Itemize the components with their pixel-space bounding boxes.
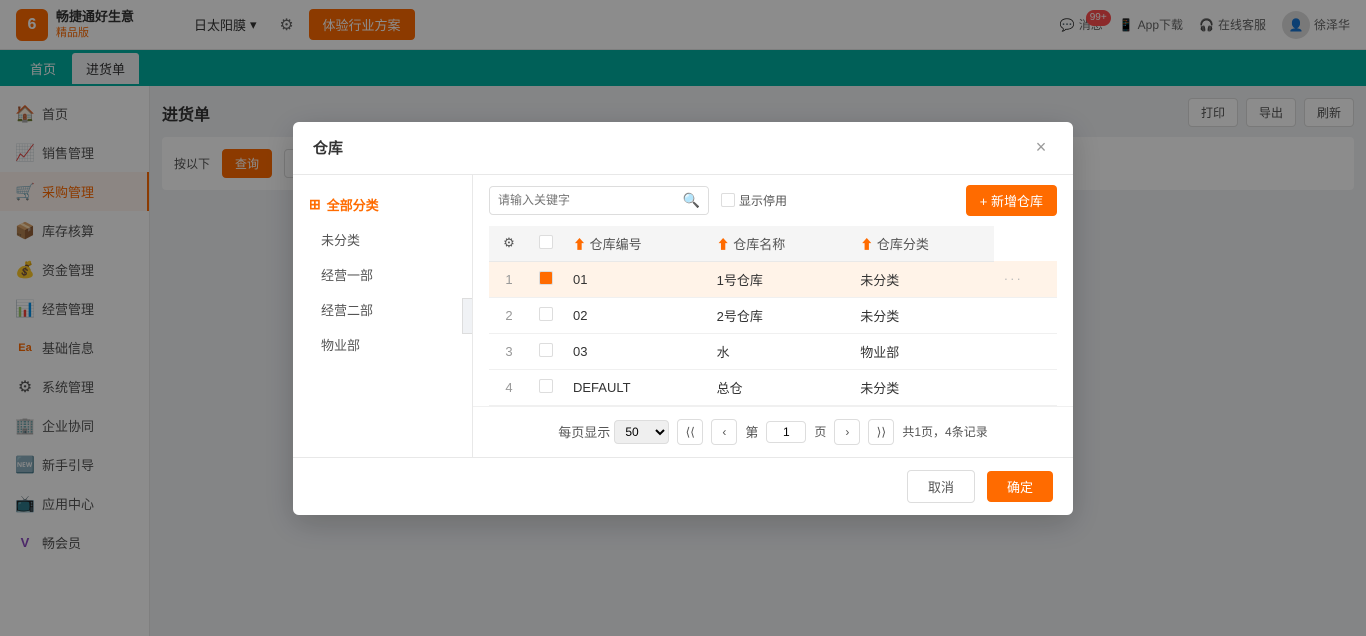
add-warehouse-button[interactable]: + 新增仓库	[966, 185, 1057, 216]
show-disabled-label[interactable]: 显示停用	[721, 192, 787, 209]
page-label-prefix: 第	[745, 422, 758, 441]
row-name-3: 水	[707, 333, 851, 369]
table-row[interactable]: 4 DEFAULT 总仓 未分类	[489, 369, 1057, 405]
sort-icon3: ⬆	[860, 237, 873, 252]
total-info: 共1页，4条记录	[902, 423, 987, 440]
page-label: 页	[814, 423, 826, 440]
category-sidebar: ⊞ 全部分类 未分类 经营一部 经营二部 物业部 《	[293, 175, 473, 457]
table-row[interactable]: 3 03 水 物业部	[489, 333, 1057, 369]
table-area: 🔍 显示停用 + 新增仓库 ⚙	[473, 175, 1073, 457]
row-code-3: 03	[563, 333, 707, 369]
category-all[interactable]: ⊞ 全部分类	[293, 187, 472, 222]
th-category: ⬆ 仓库分类	[850, 226, 994, 262]
select-all-checkbox[interactable]	[539, 235, 553, 249]
row-checkbox-1[interactable]	[529, 261, 563, 297]
search-button[interactable]: 🔍	[675, 187, 708, 214]
row-category-1: 未分类	[850, 261, 994, 297]
per-page-label: 每页显示 50 20 100	[558, 420, 669, 444]
search-input[interactable]	[490, 188, 675, 212]
category-item-ops2[interactable]: 经营二部	[293, 292, 472, 327]
row-num-1: 1	[489, 261, 529, 297]
row-name-2: 2号仓库	[707, 297, 851, 333]
modal-overlay[interactable]: 仓库 × ⊞ 全部分类 未分类 经营一部 经营二部 物业部 《	[0, 0, 1366, 636]
table-header: ⚙ ⬆ 仓库编号 ⬆ 仓库名称	[489, 226, 1057, 262]
row-actions-1: ···	[994, 261, 1057, 297]
modal-title: 仓库	[313, 137, 343, 158]
row-name-4: 总仓	[707, 369, 851, 405]
row-checkbox-3[interactable]	[529, 333, 563, 369]
modal-header: 仓库 ×	[293, 122, 1073, 175]
sort-icon2: ⬆	[717, 237, 730, 252]
row-category-3: 物业部	[850, 333, 994, 369]
row-num-4: 4	[489, 369, 529, 405]
table-row[interactable]: 2 02 2号仓库 未分类	[489, 297, 1057, 333]
row-code-4: DEFAULT	[563, 369, 707, 405]
show-disabled-checkbox[interactable]	[721, 193, 735, 207]
grid-icon: ⊞	[309, 196, 321, 213]
row-category-4: 未分类	[850, 369, 994, 405]
per-page-select[interactable]: 50 20 100	[614, 420, 669, 444]
warehouse-table: ⚙ ⬆ 仓库编号 ⬆ 仓库名称	[489, 226, 1057, 406]
row-num-2: 2	[489, 297, 529, 333]
row-name-1: 1号仓库	[707, 261, 851, 297]
data-table: ⚙ ⬆ 仓库编号 ⬆ 仓库名称	[473, 226, 1073, 406]
last-page-button[interactable]: ⟩⟩	[868, 419, 894, 445]
row-checkbox-2[interactable]	[529, 297, 563, 333]
th-name: ⬆ 仓库名称	[707, 226, 851, 262]
confirm-button[interactable]: 确定	[987, 471, 1053, 502]
category-item-unclassified[interactable]: 未分类	[293, 222, 472, 257]
sort-icon: ⬆	[573, 237, 586, 252]
warehouse-modal: 仓库 × ⊞ 全部分类 未分类 经营一部 经营二部 物业部 《	[293, 122, 1073, 515]
pagination: 每页显示 50 20 100 ⟨⟨ ‹ 第 页 › ⟩⟩ 共1页，4条记录	[473, 406, 1073, 457]
row-code-2: 02	[563, 297, 707, 333]
th-settings: ⚙	[489, 226, 529, 262]
prev-page-button[interactable]: ‹	[711, 419, 737, 445]
collapse-sidebar-button[interactable]: 《	[462, 298, 473, 334]
modal-close-button[interactable]: ×	[1029, 136, 1053, 160]
search-box: 🔍	[489, 186, 709, 215]
modal-body: ⊞ 全部分类 未分类 经营一部 经营二部 物业部 《 🔍	[293, 175, 1073, 457]
row-checkbox-4[interactable]	[529, 369, 563, 405]
next-page-button[interactable]: ›	[834, 419, 860, 445]
category-item-property[interactable]: 物业部	[293, 327, 472, 362]
modal-footer: 取消 确定	[293, 457, 1073, 515]
table-toolbar: 🔍 显示停用 + 新增仓库	[473, 175, 1073, 226]
cancel-button[interactable]: 取消	[907, 470, 975, 503]
th-code: ⬆ 仓库编号	[563, 226, 707, 262]
category-item-ops1[interactable]: 经营一部	[293, 257, 472, 292]
row-num-3: 3	[489, 333, 529, 369]
th-checkbox	[529, 226, 563, 262]
row-code-1: 01	[563, 261, 707, 297]
table-body: 1 01 1号仓库 未分类 ··· 2	[489, 261, 1057, 405]
table-row[interactable]: 1 01 1号仓库 未分类 ···	[489, 261, 1057, 297]
first-page-button[interactable]: ⟨⟨	[677, 419, 703, 445]
page-number-input[interactable]	[766, 421, 806, 443]
row-category-2: 未分类	[850, 297, 994, 333]
